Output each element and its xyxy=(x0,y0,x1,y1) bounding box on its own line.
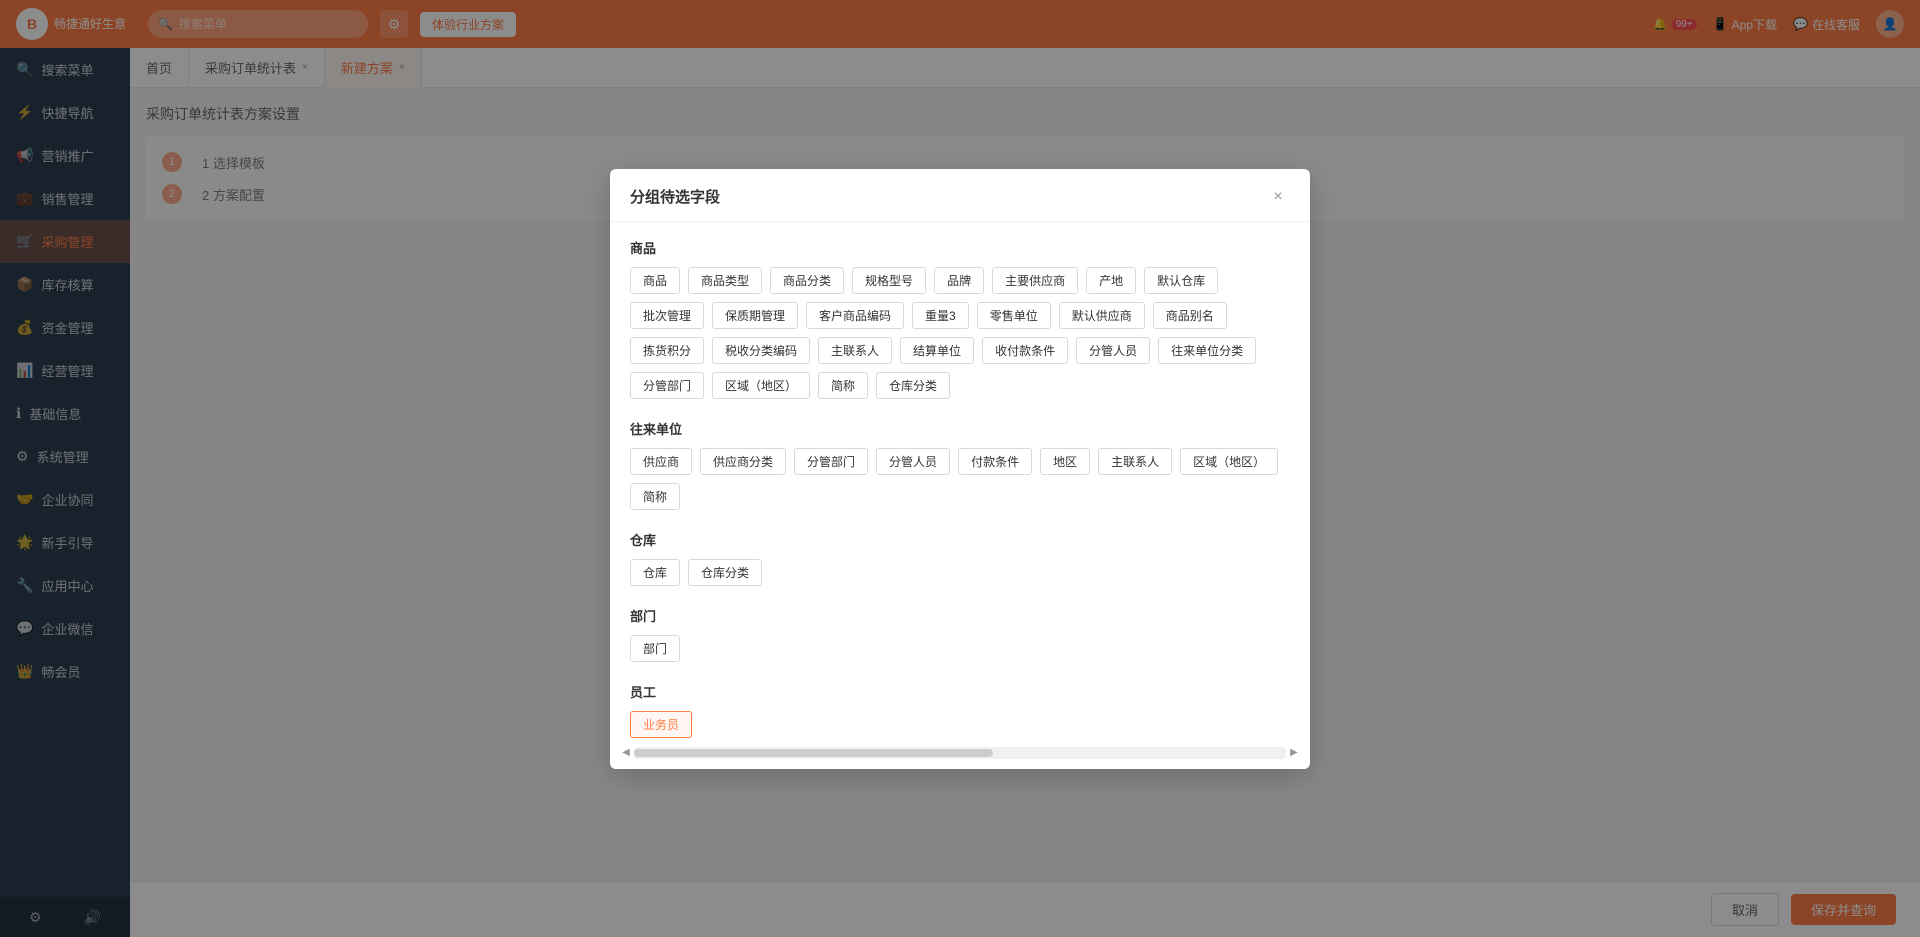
field-tag-product-22[interactable]: 分管部门 xyxy=(630,372,704,399)
field-group-product: 商品 商品 商品类型 商品分类 规格型号 品牌 主要供应商 产地 默认仓库 批次… xyxy=(630,238,1290,399)
field-tag-product-4[interactable]: 品牌 xyxy=(934,267,984,294)
modal-dialog: 分组待选字段 × 商品 商品 商品类型 商品分类 规格型号 品牌 主要供应商 产… xyxy=(610,169,1310,769)
field-tag-product-2[interactable]: 商品分类 xyxy=(770,267,844,294)
field-tag-product-6[interactable]: 产地 xyxy=(1086,267,1136,294)
field-tag-product-7[interactable]: 默认仓库 xyxy=(1144,267,1218,294)
field-tag-employee-0[interactable]: 业务员 xyxy=(630,711,692,738)
field-group-product-title: 商品 xyxy=(630,238,1290,257)
field-tag-partner-7[interactable]: 区域（地区） xyxy=(1180,448,1278,475)
hscroll-left-btn[interactable]: ◀ xyxy=(618,745,634,761)
field-tag-product-20[interactable]: 分管人员 xyxy=(1076,337,1150,364)
field-tag-department-0[interactable]: 部门 xyxy=(630,635,680,662)
field-group-employee-title: 员工 xyxy=(630,682,1290,701)
field-tag-partner-2[interactable]: 分管部门 xyxy=(794,448,868,475)
field-tag-product-23[interactable]: 区域（地区） xyxy=(712,372,810,399)
field-tags-partner: 供应商 供应商分类 分管部门 分管人员 付款条件 地区 主联系人 区域（地区） … xyxy=(630,448,1290,510)
field-group-warehouse: 仓库 仓库 仓库分类 xyxy=(630,530,1290,586)
hscroll-track xyxy=(634,747,1286,759)
field-group-employee: 员工 业务员 xyxy=(630,682,1290,738)
modal-title: 分组待选字段 xyxy=(630,186,720,207)
modal-hscroll-container: ◀ ▶ xyxy=(610,741,1310,769)
modal-header: 分组待选字段 × xyxy=(610,169,1310,222)
field-tag-product-21[interactable]: 往来单位分类 xyxy=(1158,337,1256,364)
field-tag-partner-5[interactable]: 地区 xyxy=(1040,448,1090,475)
field-tag-product-17[interactable]: 主联系人 xyxy=(818,337,892,364)
hscroll-thumb xyxy=(634,749,993,757)
field-tag-product-10[interactable]: 客户商品编码 xyxy=(806,302,904,329)
modal-body[interactable]: 商品 商品 商品类型 商品分类 规格型号 品牌 主要供应商 产地 默认仓库 批次… xyxy=(610,222,1310,741)
modal-overlay: 分组待选字段 × 商品 商品 商品类型 商品分类 规格型号 品牌 主要供应商 产… xyxy=(0,0,1920,937)
field-tag-product-15[interactable]: 拣货积分 xyxy=(630,337,704,364)
field-tag-product-18[interactable]: 结算单位 xyxy=(900,337,974,364)
field-tags-employee: 业务员 xyxy=(630,711,1290,738)
field-tag-product-3[interactable]: 规格型号 xyxy=(852,267,926,294)
field-tag-partner-1[interactable]: 供应商分类 xyxy=(700,448,786,475)
field-tag-product-13[interactable]: 默认供应商 xyxy=(1059,302,1145,329)
field-tag-partner-8[interactable]: 简称 xyxy=(630,483,680,510)
field-tag-product-24[interactable]: 简称 xyxy=(818,372,868,399)
field-tag-product-8[interactable]: 批次管理 xyxy=(630,302,704,329)
field-group-department: 部门 部门 xyxy=(630,606,1290,662)
field-tag-product-25[interactable]: 仓库分类 xyxy=(876,372,950,399)
field-tag-product-5[interactable]: 主要供应商 xyxy=(992,267,1078,294)
field-tag-product-11[interactable]: 重量3 xyxy=(912,302,969,329)
modal-close-button[interactable]: × xyxy=(1266,185,1290,209)
field-group-warehouse-title: 仓库 xyxy=(630,530,1290,549)
field-tag-product-9[interactable]: 保质期管理 xyxy=(712,302,798,329)
field-tag-partner-0[interactable]: 供应商 xyxy=(630,448,692,475)
field-tags-product: 商品 商品类型 商品分类 规格型号 品牌 主要供应商 产地 默认仓库 批次管理 … xyxy=(630,267,1290,399)
field-tags-department: 部门 xyxy=(630,635,1290,662)
field-tag-partner-3[interactable]: 分管人员 xyxy=(876,448,950,475)
field-tag-product-12[interactable]: 零售单位 xyxy=(977,302,1051,329)
field-tag-product-1[interactable]: 商品类型 xyxy=(688,267,762,294)
field-tag-partner-4[interactable]: 付款条件 xyxy=(958,448,1032,475)
field-tags-warehouse: 仓库 仓库分类 xyxy=(630,559,1290,586)
field-group-partner: 往来单位 供应商 供应商分类 分管部门 分管人员 付款条件 地区 主联系人 区域… xyxy=(630,419,1290,510)
field-tag-product-16[interactable]: 税收分类编码 xyxy=(712,337,810,364)
field-tag-warehouse-1[interactable]: 仓库分类 xyxy=(688,559,762,586)
field-tag-product-19[interactable]: 收付款条件 xyxy=(982,337,1068,364)
field-tag-product-0[interactable]: 商品 xyxy=(630,267,680,294)
field-group-department-title: 部门 xyxy=(630,606,1290,625)
hscroll-right-btn[interactable]: ▶ xyxy=(1286,745,1302,761)
field-tag-product-14[interactable]: 商品别名 xyxy=(1153,302,1227,329)
field-group-partner-title: 往来单位 xyxy=(630,419,1290,438)
field-tag-partner-6[interactable]: 主联系人 xyxy=(1098,448,1172,475)
field-tag-warehouse-0[interactable]: 仓库 xyxy=(630,559,680,586)
